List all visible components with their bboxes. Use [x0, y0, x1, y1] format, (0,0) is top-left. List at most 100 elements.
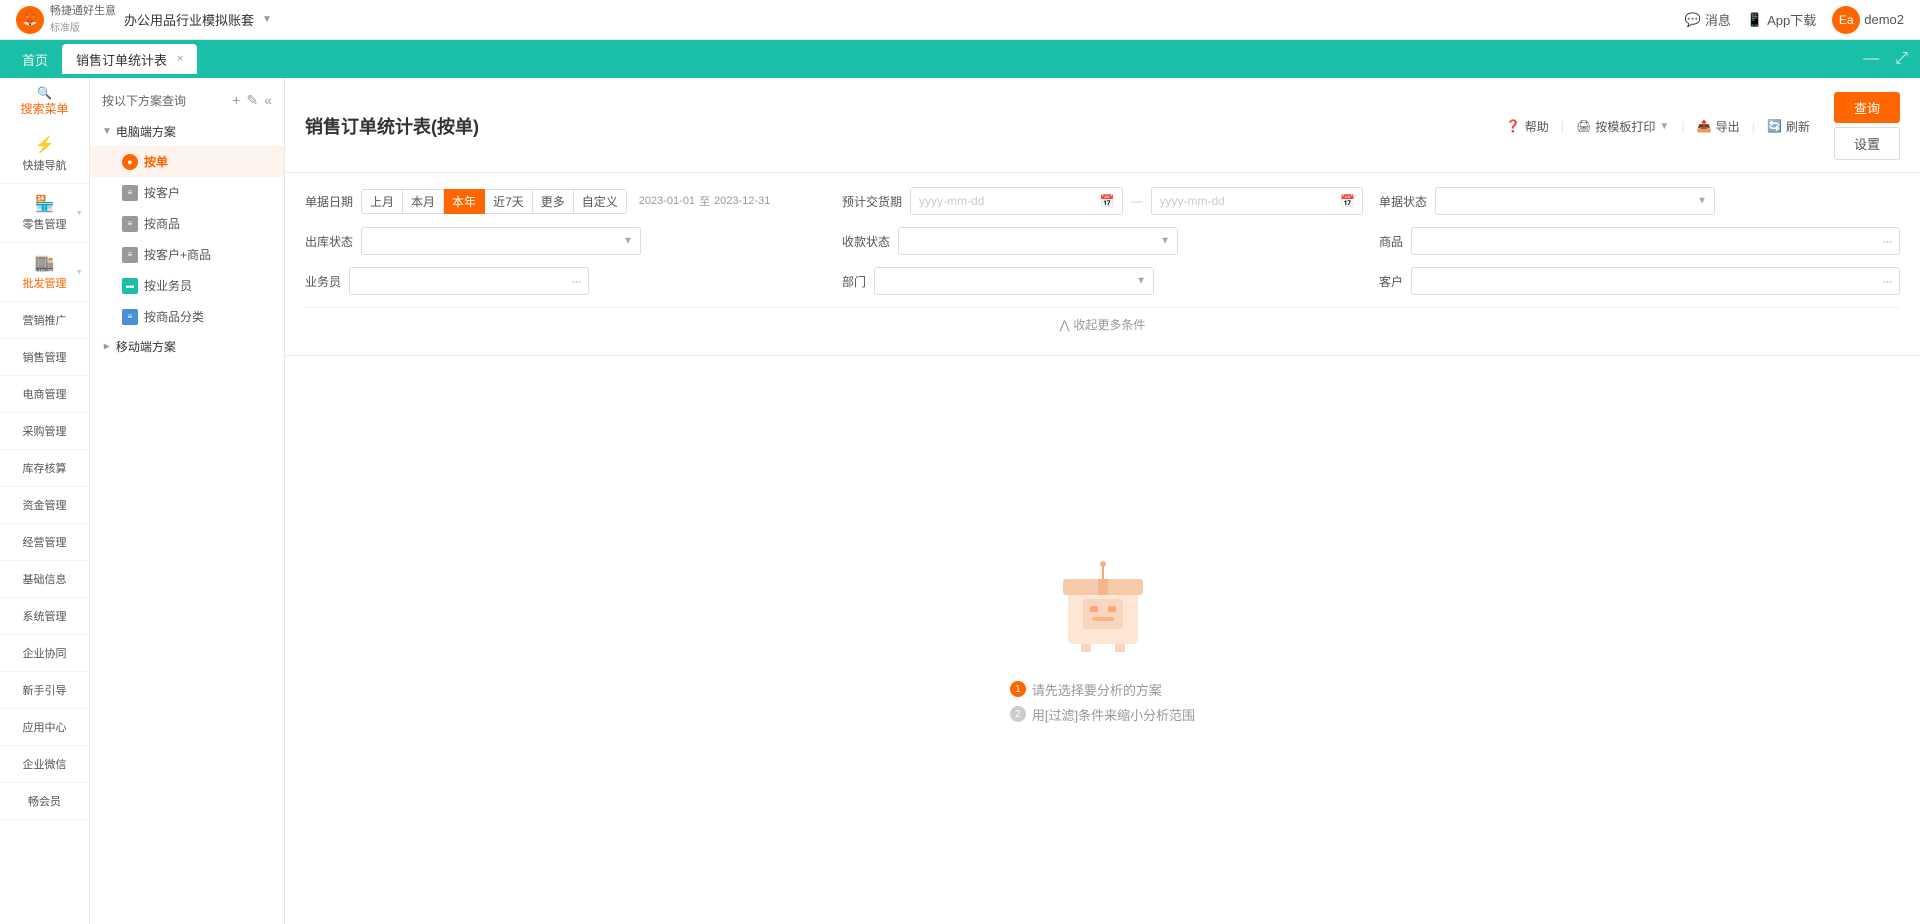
product-input[interactable]	[1411, 227, 1900, 255]
query-btn[interactable]: 查询	[1834, 92, 1900, 123]
customer-more-icon[interactable]: ···	[1882, 274, 1892, 289]
date-btn-custom[interactable]: 自定义	[574, 189, 627, 214]
dept-label: 部门	[842, 273, 866, 290]
scheme-group-mobile-header[interactable]: ▼ 移动端方案	[90, 332, 284, 361]
inventory-label: 库存核算	[0, 460, 89, 476]
sidebar-item-shortcut[interactable]: ⚡ 快捷导航	[0, 125, 89, 184]
sidebar-item-wholesale[interactable]: 🏬 批发管理	[0, 243, 89, 302]
tab-close-icon[interactable]: ×	[177, 53, 183, 65]
scheme-item-by-order[interactable]: ● 按单	[90, 146, 284, 177]
step-2-num: 2	[1010, 706, 1026, 722]
sidebar-item-finance[interactable]: 资金管理	[0, 487, 89, 524]
calendar-end-icon[interactable]: 📅	[1340, 194, 1355, 208]
salesperson-input[interactable]	[349, 267, 589, 295]
sidebar-item-inventory[interactable]: 库存核算	[0, 450, 89, 487]
collapse-panel-icon[interactable]: «	[264, 92, 272, 109]
collapse-bar[interactable]: ⋀ 收起更多条件	[305, 307, 1900, 341]
sidebar: 🔍 搜索菜单 ⚡ 快捷导航 🏪 零售管理 🏬 批发管理 营销推广 销售管理 电商…	[0, 78, 90, 924]
sidebar-item-guide[interactable]: 新手引导	[0, 672, 89, 709]
message-btn[interactable]: 💬 消息	[1685, 10, 1731, 29]
dept-select[interactable]	[874, 267, 1154, 295]
salesperson-more-icon[interactable]: ···	[571, 274, 581, 289]
sidebar-item-member[interactable]: 畅会员	[0, 783, 89, 820]
payment-status-select-wrap: ▼	[898, 227, 1178, 255]
wholesale-label: 批发管理	[0, 275, 89, 291]
left-panel-title: 按以下方案查询	[102, 92, 186, 109]
tab-minimize-icon[interactable]: —	[1859, 46, 1883, 72]
tab-home[interactable]: 首页	[8, 44, 62, 74]
payment-status-select[interactable]	[898, 227, 1178, 255]
scheme-item-by-product[interactable]: ≡ 按商品	[90, 208, 284, 239]
breadcrumb-dropdown-icon[interactable]: ▼	[262, 14, 272, 25]
date-btn-more[interactable]: 更多	[533, 189, 574, 214]
expected-date-label: 预计交货期	[842, 193, 902, 210]
date-btn-last-month[interactable]: 上月	[361, 189, 403, 214]
export-label: 导出	[1716, 118, 1740, 135]
refresh-btn[interactable]: 🔄 刷新	[1767, 118, 1810, 135]
sidebar-item-wechat[interactable]: 企业微信	[0, 746, 89, 783]
scheme-by-cust-prod-icon: ≡	[122, 247, 138, 263]
top-bar-right: 💬 消息 📱 App下载 Ea demo2	[1685, 6, 1904, 34]
scheme-item-by-salesperson[interactable]: ▬ 按业务员	[90, 270, 284, 301]
expected-date-end-input[interactable]	[1151, 187, 1364, 215]
collapse-up-icon: ⋀	[1060, 318, 1070, 332]
sidebar-item-sales[interactable]: 销售管理	[0, 339, 89, 376]
filter-date-group: 单据日期 上月 本月 本年 近7天 更多 自定义 2023-01-01 至	[305, 189, 826, 214]
scheme-by-customer-label: 按客户	[144, 184, 180, 201]
expected-date-start-input[interactable]	[910, 187, 1123, 215]
sidebar-item-appstore[interactable]: 应用中心	[0, 709, 89, 746]
print-btn[interactable]: 🖨 按模板打印 ▼	[1576, 118, 1669, 135]
marketing-label: 营销推广	[0, 312, 89, 328]
scheme-item-by-product-cat[interactable]: ≡ 按商品分类	[90, 301, 284, 332]
breadcrumb-area[interactable]: 办公用品行业模拟账套 ▼	[124, 10, 272, 29]
add-scheme-icon[interactable]: +	[232, 92, 240, 109]
date-btn-this-month[interactable]: 本月	[403, 189, 444, 214]
date-btn-this-year[interactable]: 本年	[444, 189, 485, 214]
calendar-start-icon[interactable]: 📅	[1100, 194, 1115, 208]
filter-dept-group: 部门 ▼	[842, 267, 1363, 295]
order-status-select[interactable]	[1435, 187, 1715, 215]
help-btn[interactable]: ❓ 帮助	[1506, 118, 1549, 135]
sidebar-item-basic[interactable]: 基础信息	[0, 561, 89, 598]
product-more-icon[interactable]: ···	[1882, 234, 1892, 249]
page-actions: ❓ 帮助 | 🖨 按模板打印 ▼ | 📤 导出	[1506, 92, 1900, 160]
page-title-row: 销售订单统计表(按单) ❓ 帮助 | 🖨 按模板打印 ▼ |	[305, 92, 1900, 160]
edit-scheme-icon[interactable]: ✎	[246, 92, 258, 109]
shortcut-icon: ⚡	[0, 135, 89, 155]
app-download-btn[interactable]: 📱 App下载	[1747, 10, 1816, 29]
filter-row-3: 业务员 ··· 部门 ▼ 客户	[305, 267, 1900, 295]
scheme-by-order-label: 按单	[144, 153, 168, 170]
user-info[interactable]: Ea demo2	[1832, 6, 1904, 34]
tab-active[interactable]: 销售订单统计表 ×	[62, 44, 197, 74]
scheme-item-by-cust-prod[interactable]: ≡ 按客户+商品	[90, 239, 284, 270]
date-btn-7days[interactable]: 近7天	[485, 189, 533, 214]
tab-maximize-icon[interactable]: ⤢	[1891, 46, 1912, 72]
scheme-by-product-label: 按商品	[144, 215, 180, 232]
user-name: demo2	[1864, 12, 1904, 27]
scheme-group-desktop-header[interactable]: ▼ 电脑端方案	[90, 117, 284, 146]
sidebar-item-system[interactable]: 系统管理	[0, 598, 89, 635]
scheme-group-desktop-label: 电脑端方案	[116, 123, 176, 140]
logo-sub: 标准版	[50, 19, 116, 34]
scheme-item-by-customer[interactable]: ≡ 按客户	[90, 177, 284, 208]
sidebar-item-purchase[interactable]: 采购管理	[0, 413, 89, 450]
ship-status-select[interactable]	[361, 227, 641, 255]
set-btn[interactable]: 设置	[1834, 127, 1900, 160]
search-icon: 🔍	[8, 86, 81, 100]
sidebar-item-ecom[interactable]: 电商管理	[0, 376, 89, 413]
sidebar-item-operation[interactable]: 经营管理	[0, 524, 89, 561]
export-btn[interactable]: 📤 导出	[1697, 118, 1740, 135]
sidebar-item-retail[interactable]: 🏪 零售管理	[0, 184, 89, 243]
action-sep-3: |	[1752, 119, 1755, 134]
page-header: 销售订单统计表(按单) ❓ 帮助 | 🖨 按模板打印 ▼ |	[285, 78, 1920, 173]
scheme-by-product-cat-label: 按商品分类	[144, 308, 204, 325]
sidebar-search[interactable]: 🔍 搜索菜单	[0, 78, 89, 125]
customer-input-wrap: ···	[1411, 267, 1900, 295]
sidebar-item-marketing[interactable]: 营销推广	[0, 302, 89, 339]
print-arrow-icon[interactable]: ▼	[1659, 121, 1669, 132]
date-range-start: 2023-01-01	[639, 195, 695, 207]
filter-customer-group: 客户 ···	[1379, 267, 1900, 295]
customer-input[interactable]	[1411, 267, 1900, 295]
wholesale-icon: 🏬	[0, 253, 89, 273]
sidebar-item-corp[interactable]: 企业协同	[0, 635, 89, 672]
